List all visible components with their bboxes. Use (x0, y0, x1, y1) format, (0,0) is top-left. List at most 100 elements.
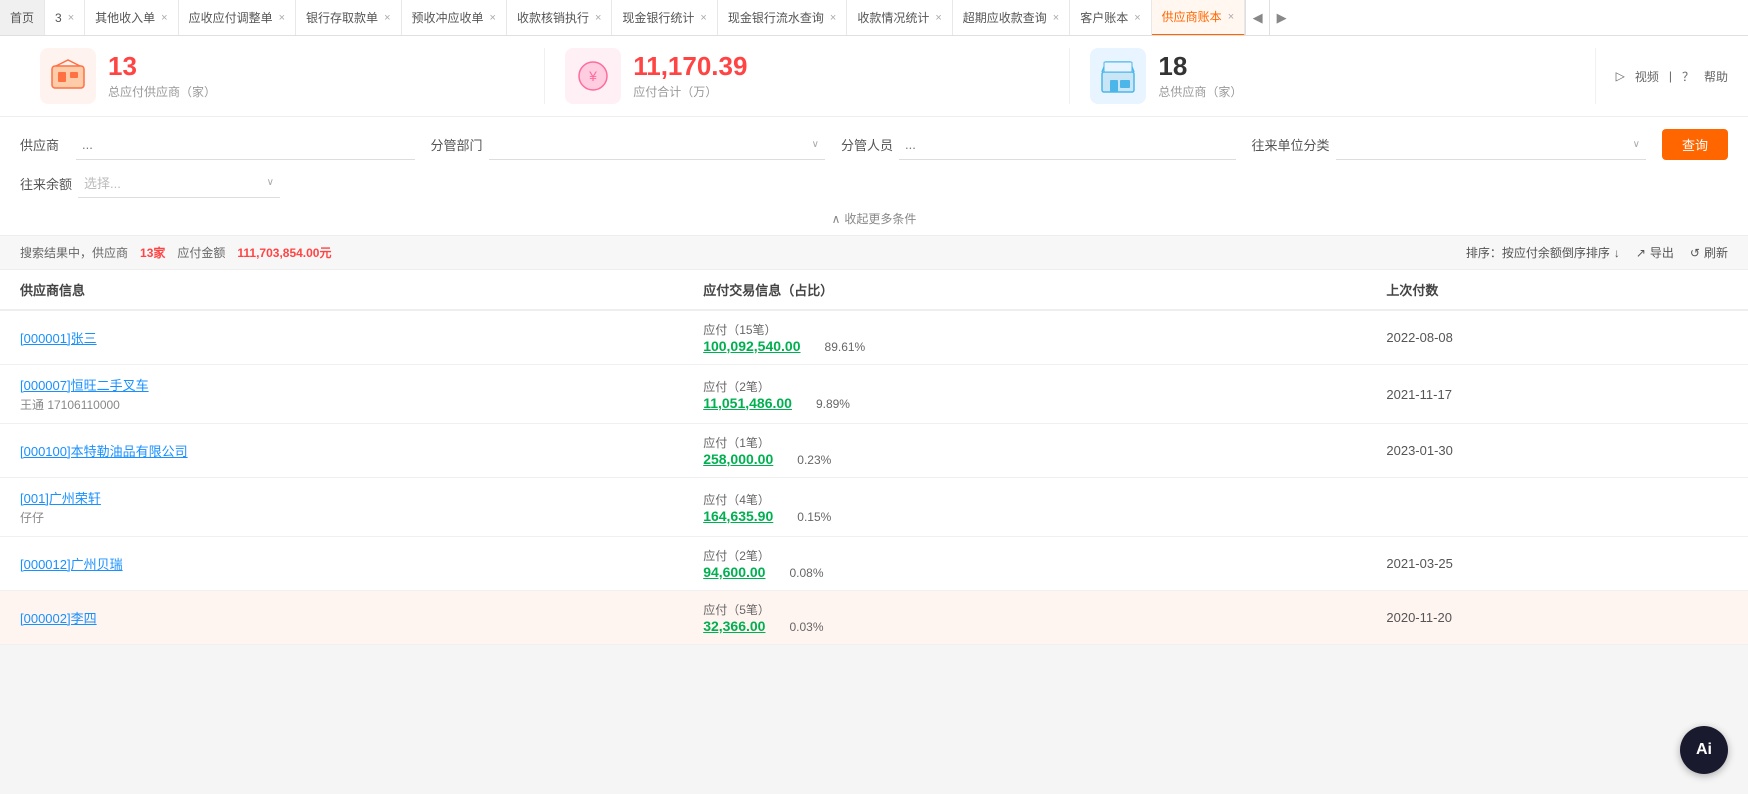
trans-label-5: 应付（2笔） (703, 547, 1386, 564)
trans-row-2: 11,051,486.00 9.89% (703, 395, 1386, 411)
video-link[interactable]: 视频 (1635, 68, 1659, 85)
collapse-button[interactable]: ∧ 收起更多条件 (20, 206, 1728, 227)
supplier-sub-4: 仔仔 (20, 509, 703, 526)
nav-tab-cash-flow[interactable]: 现金银行流水查询 × (718, 0, 847, 36)
close-icon[interactable]: × (490, 12, 496, 24)
nav-tab-supplier-ledger[interactable]: 供应商账本 × (1152, 0, 1245, 36)
total-suppliers-content: 18 总供应商（家） (1158, 53, 1242, 100)
table-row: [000100]本特勒油品有限公司 应付（1笔） 258,000.00 0.23… (0, 424, 1748, 478)
close-icon[interactable]: × (279, 12, 285, 24)
trans-label-2: 应付（2笔） (703, 378, 1386, 395)
sort-button[interactable]: 排序：按应付余额倒序排序 ↓ (1466, 244, 1620, 261)
nav-tab-receipt[interactable]: 收款核销执行 × (507, 0, 612, 36)
close-icon[interactable]: × (830, 12, 836, 24)
stats-bar: 13 总应付供应商（家） ¥ 11,170.39 应付合计（万） 1 (0, 36, 1748, 117)
trans-amount-2[interactable]: 11,051,486.00 (703, 395, 792, 411)
top-links: ▷ 视频 | ？ 帮助 (1596, 68, 1728, 85)
filter-category: 往来单位分类 ∨ (1252, 130, 1647, 160)
last-pay-date-1: 2022-08-08 (1386, 330, 1453, 345)
stat-payable-suppliers: 13 总应付供应商（家） (20, 48, 545, 104)
sort-label: 排序：按应付余额倒序排序 (1466, 244, 1610, 261)
nav-tab-receipt-stat[interactable]: 收款情况统计 × (847, 0, 952, 36)
chevron-down-icon-2: ∨ (1633, 139, 1640, 150)
supplier-input[interactable] (76, 130, 415, 160)
filter-row-2: 往来余额 选择... ∨ (20, 168, 1728, 198)
nav-tab-overdue-label: 超期应收款查询 (963, 9, 1047, 26)
balance-filter-label: 往来余额 (20, 174, 72, 193)
export-label: 导出 (1650, 244, 1674, 261)
nav-tab-cash-stat[interactable]: 现金银行统计 × (612, 0, 717, 36)
close-icon[interactable]: × (68, 12, 74, 24)
payable-total-label: 应付合计（万） (633, 83, 747, 100)
close-icon[interactable]: × (1134, 12, 1140, 24)
last-pay-date-6: 2020-11-20 (1386, 610, 1452, 625)
nav-tab-prepaid[interactable]: 预收冲应收单 × (402, 0, 507, 36)
nav-tab-customer-ledger[interactable]: 客户账本 × (1070, 0, 1151, 36)
nav-tab-bank-deposit[interactable]: 银行存取款单 × (296, 0, 401, 36)
supplier-link-2[interactable]: [000007]恒旺二手叉车 (20, 375, 703, 394)
table-header: 供应商信息 应付交易信息（占比） 上次付数 (0, 270, 1748, 311)
nav-next-arrow[interactable]: ▶ (1269, 0, 1293, 36)
nav-tab-cash-flow-label: 现金银行流水查询 (728, 9, 824, 26)
trans-cell-4: 应付（4笔） 164,635.90 0.15% (703, 491, 1386, 524)
export-button[interactable]: ↗ 导出 (1636, 244, 1674, 261)
nav-tab-overdue[interactable]: 超期应收款查询 × (953, 0, 1070, 36)
search-button[interactable]: 查询 (1662, 129, 1728, 160)
close-icon[interactable]: × (1228, 11, 1234, 23)
sort-icon: ↓ (1614, 246, 1620, 260)
department-select[interactable]: ∨ (489, 130, 825, 160)
nav-tab-ar-adjust[interactable]: 应收应付调整单 × (179, 0, 296, 36)
link-separator: | (1669, 69, 1672, 83)
payable-suppliers-value: 13 (108, 53, 216, 79)
close-icon[interactable]: × (595, 12, 601, 24)
supplier-link-5[interactable]: [000012]广州贝瑞 (20, 554, 703, 573)
trans-cell-3: 应付（1笔） 258,000.00 0.23% (703, 434, 1386, 467)
supplier-link-6[interactable]: [000002]李四 (20, 608, 703, 627)
manager-filter-label: 分管人员 (841, 135, 893, 154)
close-icon[interactable]: × (161, 12, 167, 24)
trans-amount-1[interactable]: 100,092,540.00 (703, 338, 800, 354)
manager-input[interactable] (899, 130, 1235, 160)
result-total-amount: 111,703,854.00元 (237, 244, 331, 261)
ai-button[interactable]: Ai (1680, 726, 1728, 774)
nav-tab-3[interactable]: 3 × (45, 0, 85, 36)
nav-tab-prepaid-label: 预收冲应收单 (412, 9, 484, 26)
result-actions: 排序：按应付余额倒序排序 ↓ ↗ 导出 ↺ 刷新 (1466, 244, 1728, 261)
close-icon[interactable]: × (1053, 12, 1059, 24)
close-icon[interactable]: × (935, 12, 941, 24)
nav-tab-home-label: 首页 (10, 9, 34, 26)
category-select[interactable]: ∨ (1336, 130, 1646, 160)
supplier-sub-2: 王通 17106110000 (20, 396, 703, 413)
trans-amount-3[interactable]: 258,000.00 (703, 451, 773, 467)
refresh-label: 刷新 (1704, 244, 1728, 261)
refresh-button[interactable]: ↺ 刷新 (1690, 244, 1728, 261)
supplier-link-1[interactable]: [000001]张三 (20, 328, 703, 347)
last-pay-date-2: 2021-11-17 (1386, 387, 1452, 402)
nav-tab-other-income[interactable]: 其他收入单 × (85, 0, 178, 36)
filter-row-1: 供应商 分管部门 ∨ 分管人员 往来单位分类 ∨ 查询 (20, 129, 1728, 160)
help-link[interactable]: 帮助 (1704, 68, 1728, 85)
nav-tab-bank-deposit-label: 银行存取款单 (306, 9, 378, 26)
trans-amount-6[interactable]: 32,366.00 (703, 618, 765, 634)
close-icon[interactable]: × (384, 12, 390, 24)
result-supplier-count: 13家 (140, 244, 165, 261)
balance-select-text: 选择... (84, 173, 267, 192)
export-icon: ↗ (1636, 246, 1646, 260)
trans-pct-1: 89.61% (825, 340, 866, 354)
nav-tab-receipt-stat-label: 收款情况统计 (857, 9, 929, 26)
last-pay-cell-3: 2023-01-30 (1386, 443, 1728, 458)
nav-prev-arrow[interactable]: ◀ (1245, 0, 1269, 36)
nav-tab-home[interactable]: 首页 (0, 0, 45, 36)
balance-select[interactable]: 选择... ∨ (78, 168, 280, 198)
table-row: [000012]广州贝瑞 应付（2笔） 94,600.00 0.08% 2021… (0, 537, 1748, 591)
trans-amount-4[interactable]: 164,635.90 (703, 508, 773, 524)
supplier-filter-label: 供应商 (20, 135, 70, 154)
trans-label-1: 应付（15笔） (703, 321, 1386, 338)
payable-total-content: 11,170.39 应付合计（万） (633, 53, 747, 100)
shop-icon (1090, 48, 1146, 104)
supplier-link-3[interactable]: [000100]本特勒油品有限公司 (20, 441, 703, 460)
close-icon[interactable]: × (700, 12, 706, 24)
supplier-link-4[interactable]: [001]广州荣轩 (20, 488, 703, 507)
trans-amount-5[interactable]: 94,600.00 (703, 564, 765, 580)
category-filter-label: 往来单位分类 (1252, 135, 1330, 154)
